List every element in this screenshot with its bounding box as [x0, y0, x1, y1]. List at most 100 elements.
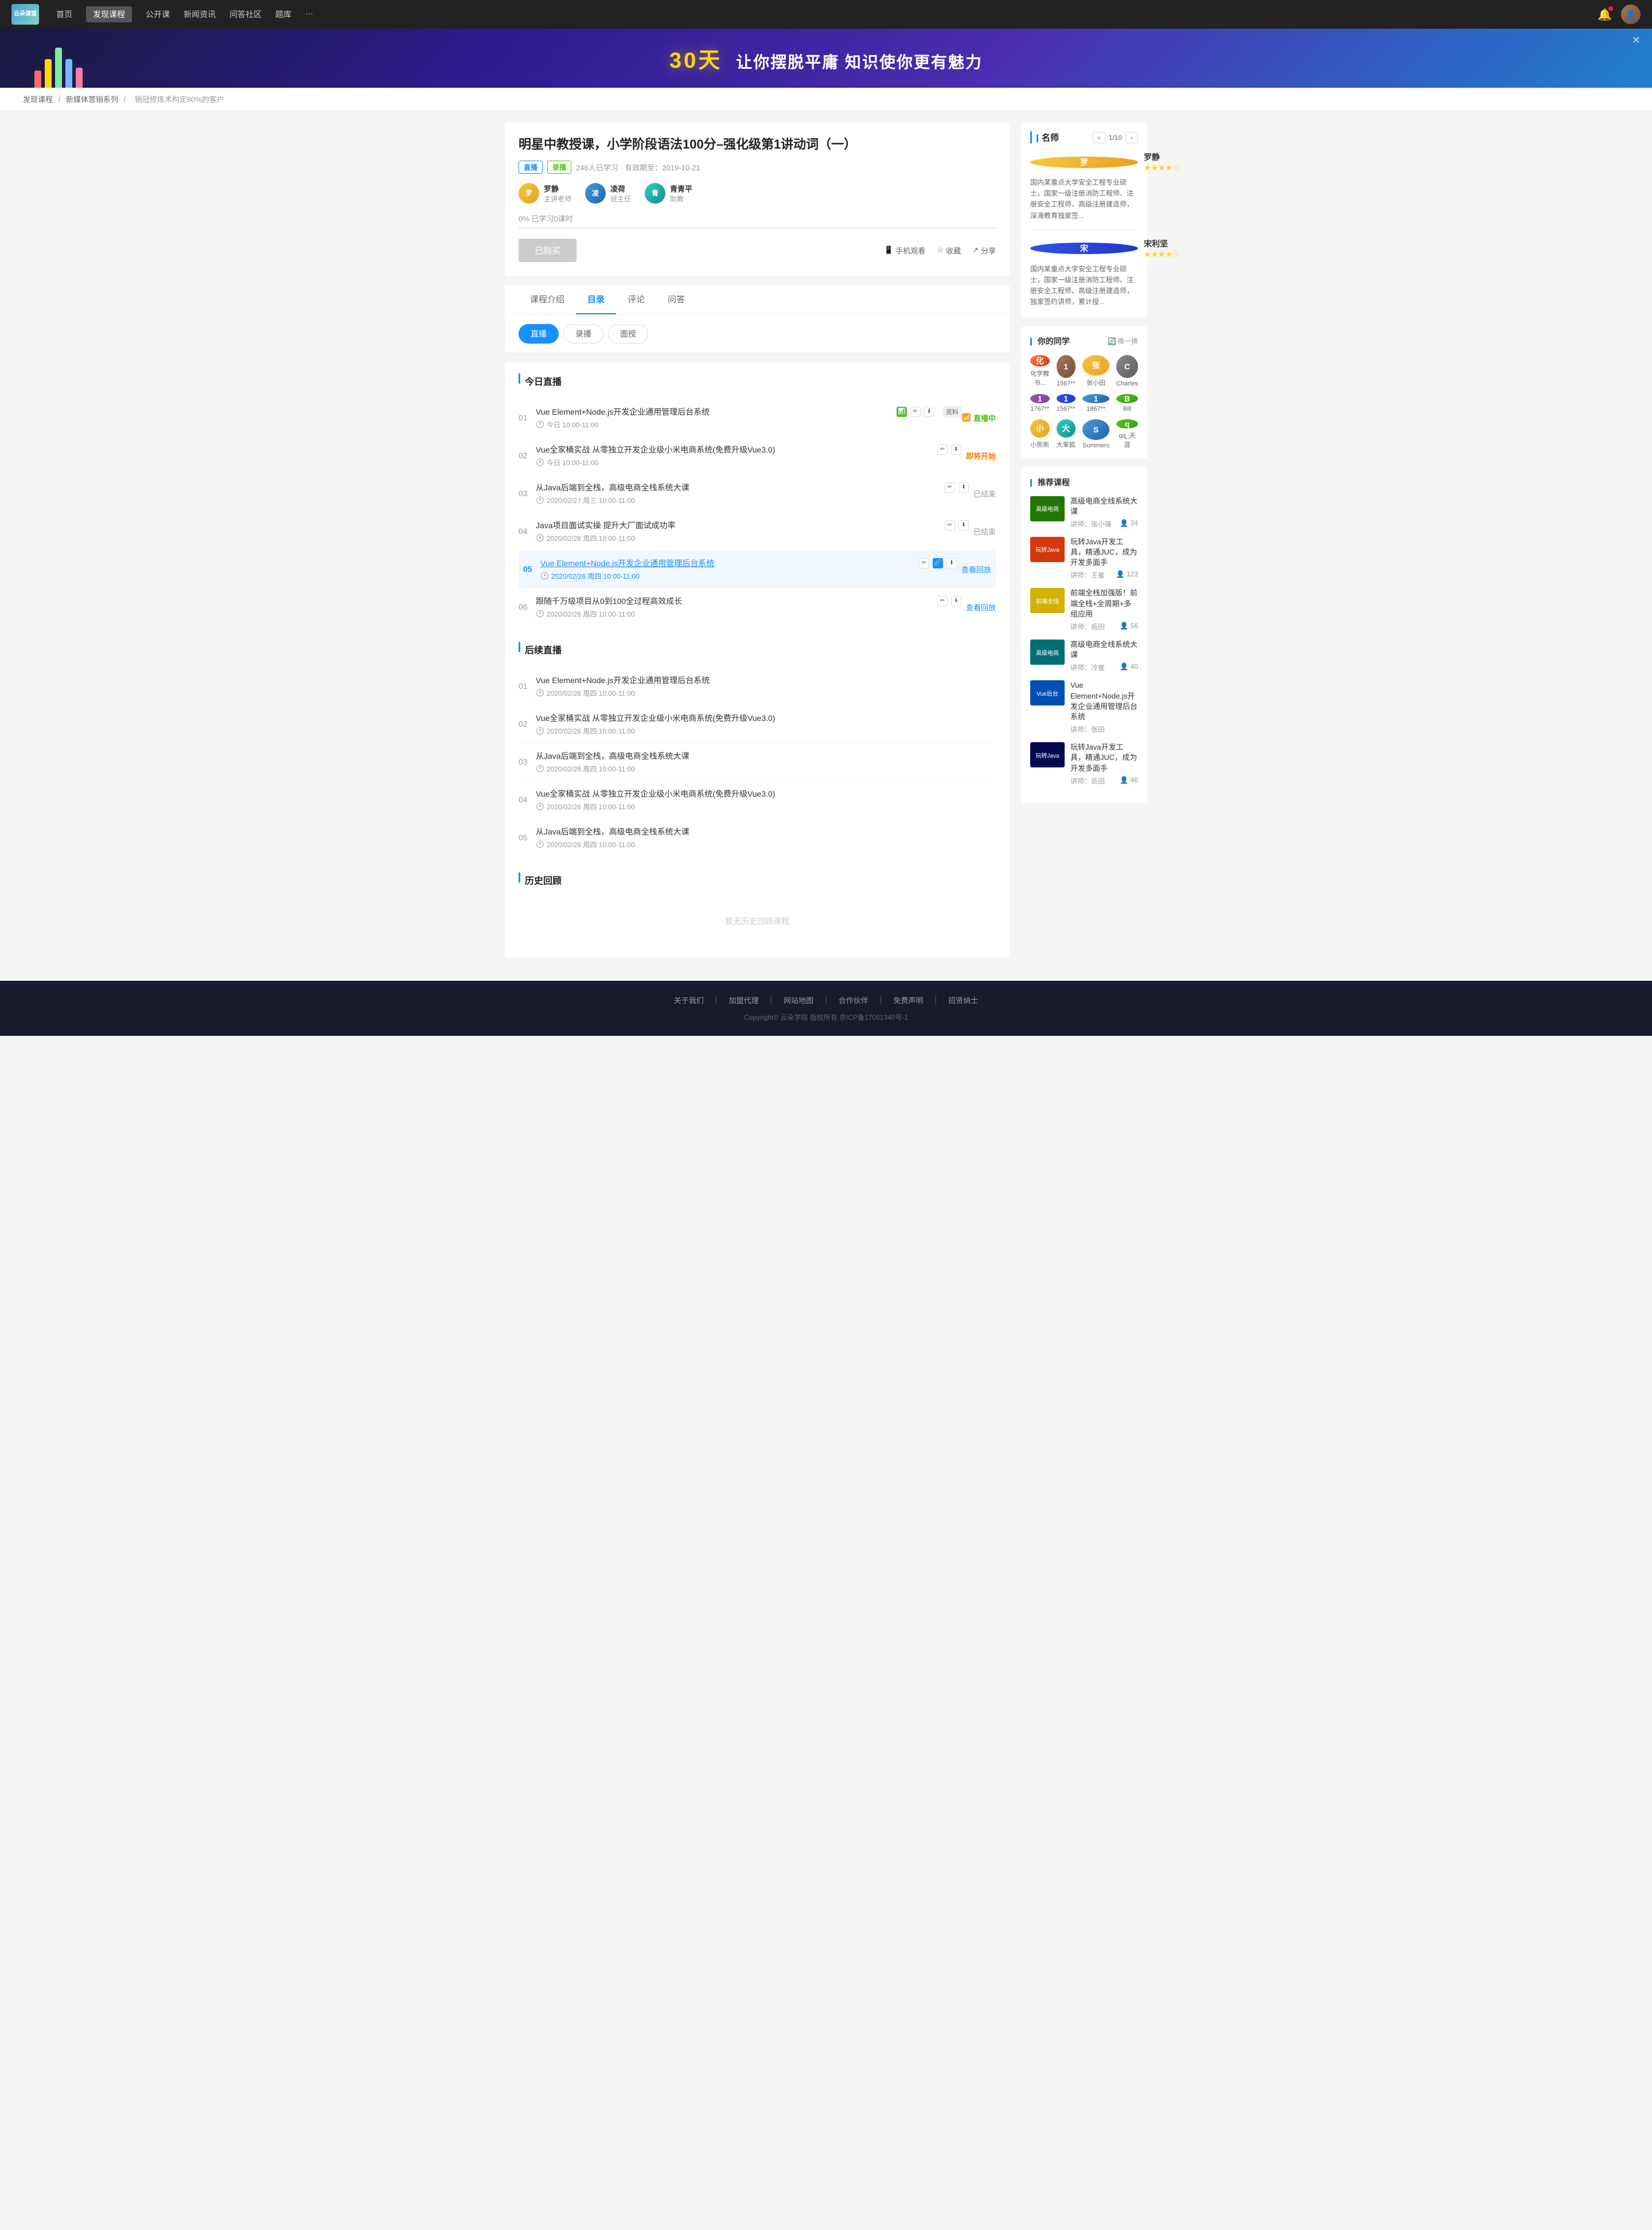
- title-bar-classmates: [1030, 338, 1032, 346]
- footer-div-4: |: [934, 995, 937, 1005]
- item-name-row-1: Vue全家桶实战 从零独立开发企业级小米电商系统(免费升级Vue3.0) ✏ ⬇: [536, 444, 966, 455]
- footer-about[interactable]: 关于我们: [674, 995, 704, 1005]
- footer-sitemap[interactable]: 网站地图: [784, 995, 813, 1005]
- user-avatar[interactable]: 👤: [1621, 5, 1641, 24]
- nav-right: 🔔 👤: [1598, 5, 1641, 24]
- item-status-0[interactable]: 📶 直播中: [962, 412, 996, 423]
- stats-icon-0[interactable]: 📊: [897, 407, 907, 417]
- rec-count-2: 👤 56: [1120, 622, 1138, 631]
- edit-icon-5[interactable]: ✏: [937, 596, 948, 606]
- item-status-4[interactable]: 查看回放: [961, 564, 991, 575]
- download-icon-0[interactable]: ⬇: [924, 407, 934, 417]
- teacher-page-info: 1/10: [1109, 134, 1122, 142]
- classmate-avatar-10[interactable]: S: [1082, 419, 1109, 440]
- share-button[interactable]: ↗ 分享: [972, 245, 996, 256]
- clock-icon-f1: 🕐: [536, 727, 544, 735]
- refresh-label: 换一换: [1117, 336, 1138, 346]
- tab-intro[interactable]: 课程介绍: [519, 285, 576, 314]
- main-layout: 明星中教授课，小学阶段语法100分–强化级第1讲动词（一） 直播 录播 246人…: [482, 111, 1170, 969]
- rec-title-4[interactable]: Vue Element+Node.js开发企业通用管理后台系统: [1070, 680, 1138, 722]
- classmate-avatar-0[interactable]: 化: [1030, 355, 1050, 367]
- nav-item-questions[interactable]: 题库: [275, 6, 291, 22]
- breadcrumb-series[interactable]: 新媒体营销系列: [66, 95, 118, 104]
- classmate-avatar-1[interactable]: 1: [1057, 355, 1076, 378]
- classmates-title: 你的同学: [1030, 336, 1070, 347]
- classmate-avatar-4[interactable]: 1: [1030, 394, 1050, 403]
- bought-button[interactable]: 已购买: [519, 239, 576, 262]
- footer-partner[interactable]: 合作伙伴: [839, 995, 868, 1005]
- prev-teacher-button[interactable]: ‹: [1093, 132, 1105, 143]
- tab-comments[interactable]: 评论: [616, 285, 656, 314]
- classmate-avatar-2[interactable]: 张: [1082, 355, 1109, 376]
- classmate-avatar-9[interactable]: 大: [1057, 419, 1076, 438]
- rec-title-0[interactable]: 高级电商全线系统大课: [1070, 496, 1138, 517]
- material-badge-0[interactable]: 资料: [942, 406, 962, 418]
- tab-catalog[interactable]: 目录: [576, 285, 616, 314]
- refresh-classmates-button[interactable]: 🔄 换一换: [1108, 336, 1138, 346]
- classmate-avatar-8[interactable]: 小: [1030, 419, 1050, 438]
- logo[interactable]: 云朵课堂: [11, 4, 39, 25]
- tab-qa[interactable]: 问答: [656, 285, 696, 314]
- footer-jobs[interactable]: 招贤纳士: [948, 995, 978, 1005]
- rec-title-5[interactable]: 玩转Java开发工具，精通JUC，成为开发多面手: [1070, 742, 1138, 774]
- edit-icon-4[interactable]: ✏: [919, 558, 929, 568]
- nav-item-home[interactable]: 首页: [56, 6, 72, 22]
- classmate-avatar-5[interactable]: 1: [1057, 394, 1076, 403]
- nav-items: 首页 发现课程 公开课 新闻资讯 问答社区 题库 ···: [56, 6, 1598, 22]
- item-name-4[interactable]: Vue Element+Node.js开发企业通用管理后台系统: [540, 558, 911, 569]
- future-time-1: 🕐2020/02/26 周四 10:00-11:00: [536, 726, 996, 736]
- edit-icon-0[interactable]: ✏: [910, 407, 921, 417]
- edit-icon-1[interactable]: ✏: [937, 445, 948, 455]
- nav-item-discover[interactable]: 发现课程: [86, 6, 132, 22]
- classmate-name-4: 1767**: [1030, 406, 1049, 412]
- future-time-text-1: 2020/02/26 周四 10:00-11:00: [547, 726, 635, 736]
- classmate-avatar-11[interactable]: q: [1116, 419, 1138, 428]
- nav-item-news[interactable]: 新闻资讯: [184, 6, 216, 22]
- notification-bell[interactable]: 🔔: [1598, 7, 1612, 22]
- mobile-watch-button[interactable]: 📱 手机观看: [884, 245, 925, 256]
- classmate-avatar-3[interactable]: C: [1116, 355, 1138, 378]
- nav-item-more[interactable]: ···: [305, 6, 313, 22]
- history-empty: 暂无历史回顾课程: [519, 898, 996, 944]
- progress-label: 0% 已学习0课时: [519, 213, 996, 224]
- banner-close-button[interactable]: ✕: [1632, 34, 1641, 46]
- breadcrumb-sep1: /: [59, 95, 63, 104]
- next-teacher-button[interactable]: ›: [1125, 132, 1138, 143]
- logo-box: 云朵课堂: [11, 4, 39, 25]
- teacher-info-0: 罗静 主讲老师: [544, 183, 571, 204]
- rec-title-2[interactable]: 前端全栈加强版！前端全栈+全周期+多组应用: [1070, 588, 1138, 619]
- classmate-3: C Charles: [1116, 355, 1138, 387]
- content-tab-live[interactable]: 直播: [519, 324, 559, 344]
- action-buttons: 📱 手机观看 ☆ 收藏 ↗ 分享: [884, 245, 996, 256]
- collect-button[interactable]: ☆ 收藏: [937, 245, 961, 256]
- download-icon-2[interactable]: ⬇: [959, 482, 969, 493]
- rec-info-2: 前端全栈加强版！前端全栈+全周期+多组应用 讲师：岳田 👤 56: [1070, 588, 1138, 631]
- rec-title-1[interactable]: 玩转Java开发工具，精通JUC，成为开发多面手: [1070, 537, 1138, 568]
- sidebar-teacher-top-1: 宋 宋利坚 ★★★★☆: [1030, 238, 1138, 259]
- footer-div-1: |: [770, 995, 773, 1005]
- future-num-1: 02: [519, 719, 536, 728]
- download-icon-4[interactable]: ⬇: [946, 558, 957, 568]
- download-icon-3[interactable]: ⬇: [959, 520, 969, 531]
- rec-title-3[interactable]: 高级电商全线系统大课: [1070, 640, 1138, 660]
- item-content-4: Vue Element+Node.js开发企业通用管理后台系统 ✏ 🔗 ⬇ 🕐 …: [540, 558, 961, 581]
- nav-item-open[interactable]: 公开课: [146, 6, 170, 22]
- edit-icon-3[interactable]: ✏: [945, 520, 955, 531]
- nav-item-qa[interactable]: 问答社区: [229, 6, 262, 22]
- tag-live: 直播: [519, 161, 543, 174]
- footer-disclaimer[interactable]: 免费声明: [893, 995, 923, 1005]
- download-icon-1[interactable]: ⬇: [951, 445, 961, 455]
- edit-icon-2[interactable]: ✏: [945, 482, 955, 493]
- rec-thumb-2: 前端全栈: [1030, 588, 1065, 613]
- link-icon-4[interactable]: 🔗: [933, 558, 943, 568]
- breadcrumb-discover[interactable]: 发现课程: [23, 95, 53, 104]
- content-tab-offline[interactable]: 面授: [608, 324, 648, 344]
- teachers-pagination: ‹ 1/10 ›: [1093, 132, 1138, 143]
- classmate-avatar-7[interactable]: B: [1116, 394, 1138, 403]
- footer-agent[interactable]: 加盟代理: [729, 995, 759, 1005]
- item-status-3: 已结束: [973, 526, 996, 537]
- download-icon-5[interactable]: ⬇: [951, 596, 961, 606]
- content-tab-record[interactable]: 录播: [563, 324, 603, 344]
- classmate-avatar-6[interactable]: 1: [1082, 394, 1109, 403]
- item-status-5[interactable]: 查看回放: [966, 602, 996, 613]
